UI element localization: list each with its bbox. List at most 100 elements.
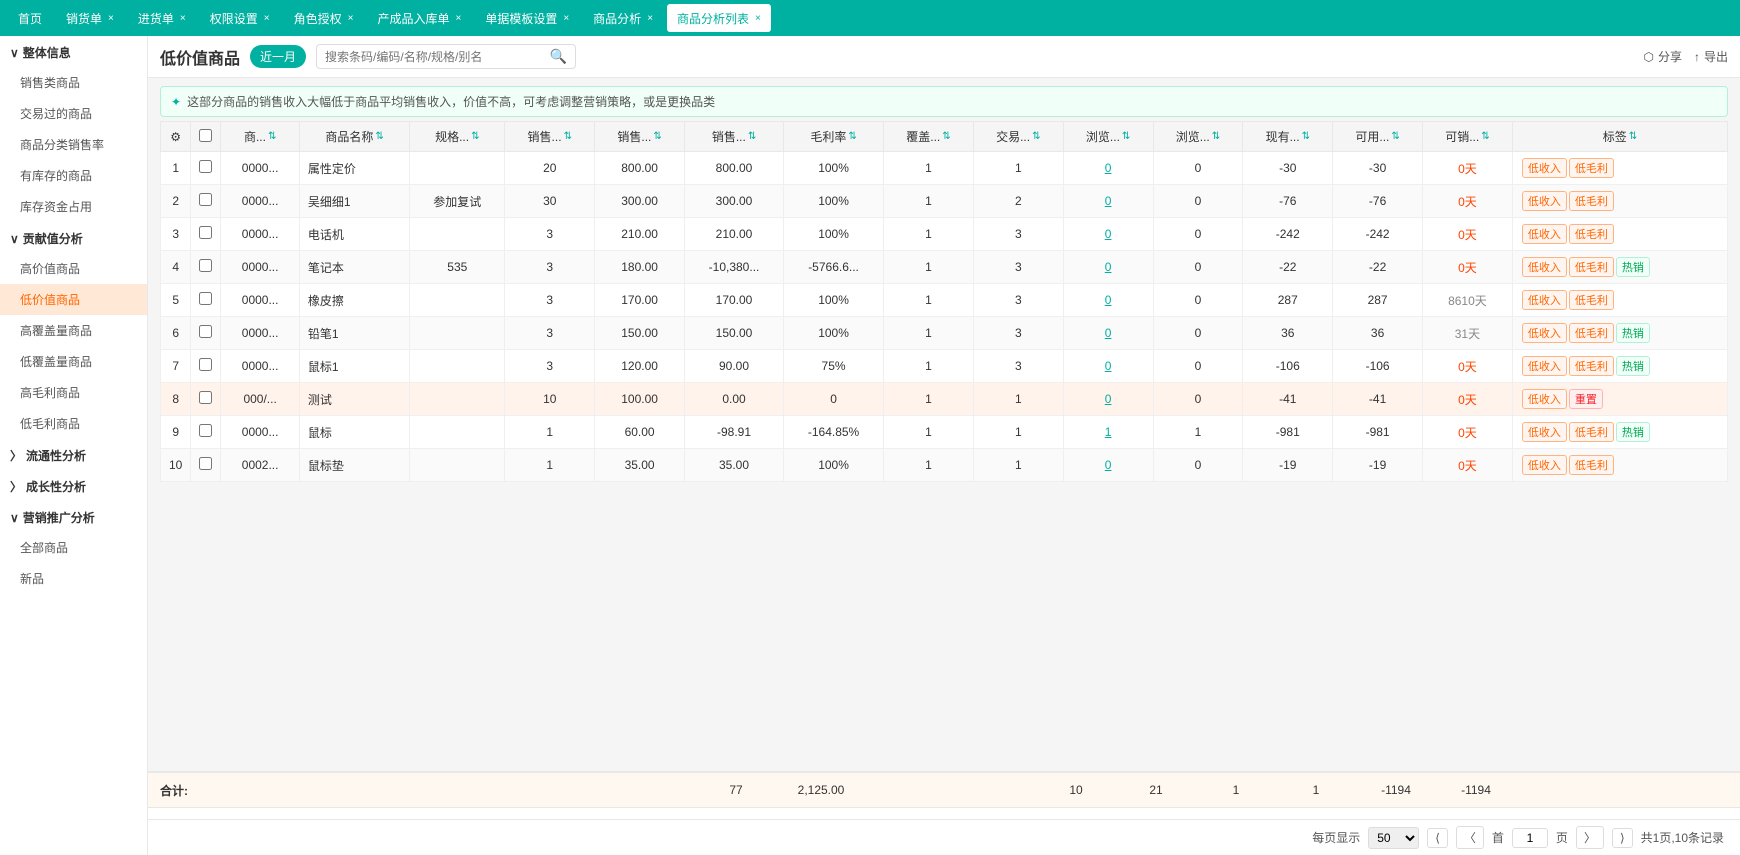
sidebar-group-marketing[interactable]: ∨ 营销推广分析 — [0, 501, 147, 532]
summary-browse1: 1 — [1196, 783, 1276, 797]
row-checkbox[interactable] — [199, 160, 212, 173]
row-name: 鼠标垫 — [299, 449, 409, 482]
nav-close-product-analysis-list[interactable]: × — [755, 13, 761, 24]
row-stock1: -76 — [1243, 185, 1333, 218]
table-row: 7 0000... 鼠标1 3 120.00 90.00 75% 1 3 0 0… — [161, 350, 1728, 383]
browse-link[interactable]: 0 — [1105, 227, 1112, 241]
th-stock1: 现有...⇅ — [1243, 122, 1333, 152]
period-button[interactable]: 近一月 — [250, 45, 306, 68]
last-page-button[interactable]: ⟩ — [1612, 828, 1633, 848]
sidebar-item-stock-products[interactable]: 有库存的商品 — [0, 160, 147, 191]
nav-close-template[interactable]: × — [563, 13, 569, 24]
row-checkbox[interactable] — [199, 424, 212, 437]
nav-template[interactable]: 单据模板设置 × — [475, 4, 579, 32]
first-page-button[interactable]: ⟨ — [1427, 828, 1448, 848]
th-cover: 覆盖...⇅ — [884, 122, 974, 152]
row-browse2: 0 — [1153, 218, 1243, 251]
sidebar-item-sales-products[interactable]: 销售类商品 — [0, 67, 147, 98]
browse-link[interactable]: 0 — [1105, 392, 1112, 406]
sidebar-group-contribution[interactable]: ∨ 贡献值分析 — [0, 222, 147, 253]
summary-spacer2 — [436, 783, 496, 797]
nav-close-production[interactable]: × — [455, 13, 461, 24]
sidebar-item-traded-products[interactable]: 交易过的商品 — [0, 98, 147, 129]
nav-sales[interactable]: 销货单 × — [56, 4, 124, 32]
nav-close-sales[interactable]: × — [108, 13, 114, 24]
prev-page-button[interactable]: 〈 — [1456, 826, 1484, 849]
row-stock1: -106 — [1243, 350, 1333, 383]
row-code: 0000... — [221, 152, 300, 185]
nav-permissions[interactable]: 权限设置 × — [200, 4, 280, 32]
sidebar-item-high-coverage[interactable]: 高覆盖量商品 — [0, 315, 147, 346]
row-stock1: -41 — [1243, 383, 1333, 416]
row-days: 0天 — [1423, 152, 1513, 185]
next-page-button[interactable]: 〉 — [1576, 826, 1604, 849]
th-settings[interactable]: ⚙ — [161, 122, 191, 152]
row-amount2: 35.00 — [685, 449, 784, 482]
row-checkbox[interactable] — [199, 391, 212, 404]
nav-close-permissions[interactable]: × — [264, 13, 270, 24]
row-no: 4 — [161, 251, 191, 284]
row-stock2: -22 — [1333, 251, 1423, 284]
table-row: 6 0000... 铅笔1 3 150.00 150.00 100% 1 3 0… — [161, 317, 1728, 350]
row-checkbox[interactable] — [199, 325, 212, 338]
sidebar-item-high-margin[interactable]: 高毛利商品 — [0, 377, 147, 408]
horizontal-scrollbar[interactable] — [148, 807, 1740, 819]
row-browse2: 0 — [1153, 350, 1243, 383]
browse-link[interactable]: 0 — [1105, 293, 1112, 307]
row-gross: 100% — [784, 218, 884, 251]
row-checkbox[interactable] — [199, 292, 212, 305]
nav-close-product-analysis[interactable]: × — [647, 13, 653, 24]
nav-home[interactable]: 首页 — [8, 4, 52, 32]
browse-link[interactable]: 0 — [1105, 161, 1112, 175]
row-stock1: 36 — [1243, 317, 1333, 350]
page-size-select[interactable]: 50 100 200 — [1368, 827, 1419, 849]
sidebar-item-low-margin[interactable]: 低毛利商品 — [0, 408, 147, 439]
browse-link[interactable]: 0 — [1105, 458, 1112, 472]
nav-purchase[interactable]: 进货单 × — [128, 4, 196, 32]
nav-close-roles[interactable]: × — [348, 13, 354, 24]
sidebar-item-low-coverage[interactable]: 低覆盖量商品 — [0, 346, 147, 377]
sidebar-item-stock-capital[interactable]: 库存资金占用 — [0, 191, 147, 222]
table-row: 8 000/... 测试 10 100.00 0.00 0 1 1 0 0 -4… — [161, 383, 1728, 416]
page-title: 低价值商品 — [160, 45, 240, 69]
nav-product-analysis-list[interactable]: 商品分析列表 × — [667, 4, 771, 32]
row-days: 0天 — [1423, 350, 1513, 383]
nav-product-analysis[interactable]: 商品分析 × — [583, 4, 663, 32]
row-name: 鼠标1 — [299, 350, 409, 383]
row-trade: 1 — [973, 416, 1063, 449]
sidebar-group-overall[interactable]: ∨ 整体信息 — [0, 36, 147, 67]
row-checkbox[interactable] — [199, 457, 212, 470]
nav-close-purchase[interactable]: × — [180, 13, 186, 24]
sidebar-group-growth[interactable]: 〉 成长性分析 — [0, 470, 147, 501]
nav-production[interactable]: 产成品入库单 × — [367, 4, 471, 32]
sidebar-item-new-products[interactable]: 新品 — [0, 563, 147, 594]
nav-roles[interactable]: 角色授权 × — [284, 4, 364, 32]
select-all-checkbox[interactable] — [199, 129, 212, 142]
browse-link[interactable]: 0 — [1105, 260, 1112, 274]
row-name: 铅笔1 — [299, 317, 409, 350]
export-button[interactable]: ↑ 导出 — [1694, 48, 1728, 65]
row-stock1: 287 — [1243, 284, 1333, 317]
row-amount: 100.00 — [595, 383, 685, 416]
sidebar-item-low-value[interactable]: 低价值商品 — [0, 284, 147, 315]
page-input[interactable] — [1512, 828, 1548, 848]
sidebar-item-high-value[interactable]: 高价值商品 — [0, 253, 147, 284]
row-checkbox[interactable] — [199, 193, 212, 206]
table-area: ⚙ 商...⇅ 商品名称⇅ 规格...⇅ 销售...⇅ 销售...⇅ 销售...… — [148, 121, 1740, 771]
browse-link[interactable]: 0 — [1105, 194, 1112, 208]
row-checkbox[interactable] — [199, 358, 212, 371]
row-no: 8 — [161, 383, 191, 416]
search-icon[interactable]: 🔍 — [550, 48, 567, 65]
share-button[interactable]: ⬡ 分享 — [1643, 48, 1682, 65]
row-checkbox[interactable] — [199, 259, 212, 272]
settings-icon[interactable]: ⚙ — [170, 130, 181, 144]
browse-link[interactable]: 0 — [1105, 326, 1112, 340]
summary-spacer4 — [596, 783, 696, 797]
sidebar-item-all-products[interactable]: 全部商品 — [0, 532, 147, 563]
browse-link[interactable]: 0 — [1105, 359, 1112, 373]
search-input[interactable] — [325, 50, 544, 64]
browse-link[interactable]: 1 — [1105, 425, 1112, 439]
row-checkbox[interactable] — [199, 226, 212, 239]
sidebar-group-circulation[interactable]: 〉 流通性分析 — [0, 439, 147, 470]
sidebar-item-category-sales[interactable]: 商品分类销售率 — [0, 129, 147, 160]
